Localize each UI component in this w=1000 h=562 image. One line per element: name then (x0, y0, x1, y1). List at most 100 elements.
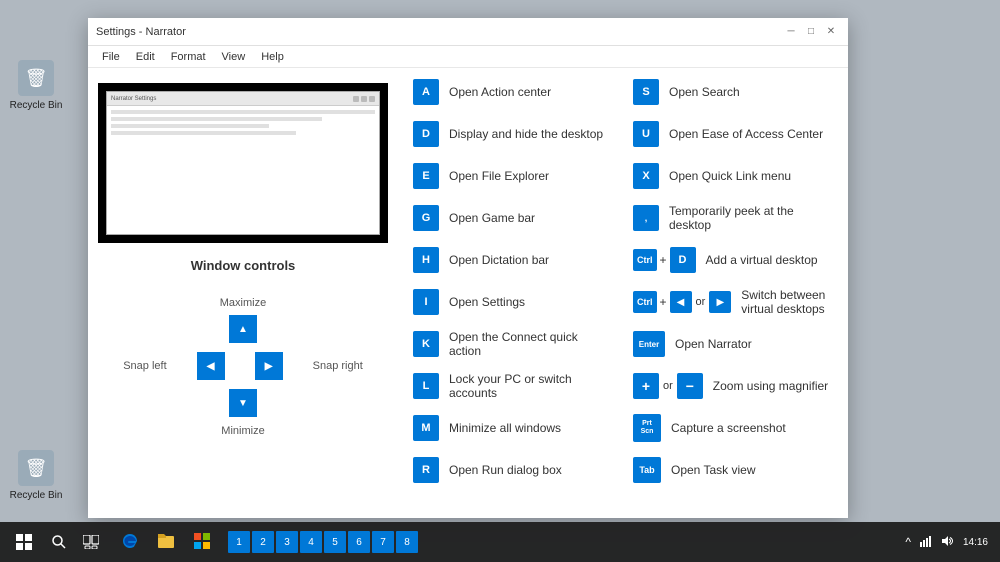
num-btn-5[interactable]: 5 (324, 531, 346, 553)
num-btn-1[interactable]: 1 (228, 531, 250, 553)
middle-controls-row: Snap left ◀ ▶ Snap right (123, 352, 363, 380)
task-view-button[interactable] (74, 522, 108, 562)
left-button[interactable]: ◀ (197, 352, 225, 380)
shortcut-column-left: A Open Action center D Display and hide … (413, 78, 613, 508)
shortcut-prtscn: PrtScn Capture a screenshot (633, 414, 833, 442)
edge-icon (121, 532, 139, 550)
shortcut-S-text: Open Search (669, 85, 833, 99)
shortcut-M-text: Minimize all windows (449, 421, 613, 435)
num-btn-7[interactable]: 7 (372, 531, 394, 553)
taskbar-app-edge[interactable] (112, 522, 148, 562)
preview-line-4 (111, 131, 296, 135)
key-S: S (633, 79, 659, 105)
menu-format[interactable]: Format (163, 46, 214, 67)
plus-2: + (660, 295, 667, 309)
preview-dot-1 (353, 96, 359, 102)
shortcut-enter-text: Open Narrator (675, 337, 833, 351)
window-controls-area: Maximize ▲ Snap left ◀ ▶ Snap right (103, 293, 383, 439)
menu-help[interactable]: Help (253, 46, 292, 67)
shortcut-D-text: Display and hide the desktop (449, 127, 613, 141)
shortcut-zoom: + or − Zoom using magnifier (633, 372, 833, 400)
volume-icon (941, 534, 955, 548)
snap-right-label: Snap right (313, 360, 363, 372)
num-btn-6[interactable]: 6 (348, 531, 370, 553)
menu-file[interactable]: File (94, 46, 128, 67)
shortcut-ctrl-arrows: Ctrl + ◀ or ▶ Switch between virtual des… (633, 288, 833, 316)
num-btn-4[interactable]: 4 (300, 531, 322, 553)
search-button[interactable] (44, 522, 74, 562)
recycle-bin-icon-bottom: 🗑 (18, 450, 54, 486)
key-A: A (413, 79, 439, 105)
num-btn-8[interactable]: 8 (396, 531, 418, 553)
shortcut-prtscn-text: Capture a screenshot (671, 421, 833, 435)
key-enter: Enter (633, 331, 665, 357)
key-minus: − (677, 373, 703, 399)
right-button[interactable]: ▶ (255, 352, 283, 380)
menu-view[interactable]: View (214, 46, 254, 67)
recycle-bin-icon-top: 🗑 (18, 60, 54, 96)
shortcut-E: E Open File Explorer (413, 162, 613, 190)
key-D: D (413, 121, 439, 147)
left-panel: Narrator Settings (88, 68, 398, 518)
preview-dot-2 (361, 96, 367, 102)
recycle-bin-label-bottom: Recycle Bin (10, 490, 63, 501)
up-button[interactable]: ▲ (229, 315, 257, 343)
maximize-label-wrapper: Maximize (220, 293, 266, 311)
dialog-title: Settings - Narrator (96, 26, 780, 38)
minimize-label-wrapper: Minimize (221, 421, 264, 439)
tray-volume-icon[interactable] (941, 534, 955, 551)
desktop-icon-recycle-bottom[interactable]: 🗑 Recycle Bin (6, 450, 66, 501)
key-ctrl-d: D (670, 247, 696, 273)
tray-network-icon[interactable] (919, 534, 933, 551)
close-button[interactable]: ✕ (822, 23, 840, 41)
shortcut-H: H Open Dictation bar (413, 246, 613, 274)
taskbar: 1 2 3 4 5 6 7 8 ^ (0, 522, 1000, 562)
taskbar-num-buttons: 1 2 3 4 5 6 7 8 (228, 531, 418, 553)
key-H: H (413, 247, 439, 273)
minimize-button[interactable]: ─ (782, 23, 800, 41)
preview-line-3 (111, 124, 269, 128)
shortcut-E-text: Open File Explorer (449, 169, 613, 183)
store-icon (193, 532, 211, 550)
tray-show-hidden[interactable]: ^ (905, 535, 911, 549)
shortcut-tab-text: Open Task view (671, 463, 833, 477)
shortcut-X-text: Open Quick Link menu (669, 169, 833, 183)
desktop: 🗑 Recycle Bin 🗑 Recycle Bin Settings - N… (0, 0, 1000, 562)
taskbar-app-store[interactable] (184, 522, 220, 562)
snap-left-label: Snap left (123, 360, 166, 372)
desktop-icon-recycle-top[interactable]: 🗑 Recycle Bin (6, 60, 66, 111)
shortcut-G-text: Open Game bar (449, 211, 613, 225)
dialog-window: Settings - Narrator ─ □ ✕ File Edit Form… (88, 18, 848, 518)
plus-1: + (660, 253, 667, 267)
minimize-label: Minimize (221, 425, 264, 437)
key-left-arrow: ◀ (670, 291, 692, 313)
shortcut-column-right: S Open Search U Open Ease of Access Cent… (633, 78, 833, 508)
shortcut-comma: , Temporarily peek at the desktop (633, 204, 833, 232)
num-btn-2[interactable]: 2 (252, 531, 274, 553)
preview-content (107, 106, 379, 142)
start-button[interactable] (4, 522, 44, 562)
shortcut-L: L Lock your PC or switch accounts (413, 372, 613, 400)
num-btn-3[interactable]: 3 (276, 531, 298, 553)
menu-edit[interactable]: Edit (128, 46, 163, 67)
preview-line-2 (111, 117, 322, 121)
shortcut-K: K Open the Connect quick action (413, 330, 613, 358)
clock-time: 14:16 (963, 536, 988, 549)
shortcut-I: I Open Settings (413, 288, 613, 316)
preview-inner: Narrator Settings (106, 91, 380, 235)
key-plus: + (633, 373, 659, 399)
shortcut-U: U Open Ease of Access Center (633, 120, 833, 148)
recycle-bin-label-top: Recycle Bin (10, 100, 63, 111)
maximize-button[interactable]: □ (802, 23, 820, 41)
network-icon (919, 534, 933, 548)
key-U: U (633, 121, 659, 147)
taskbar-app-explorer[interactable] (148, 522, 184, 562)
shortcut-A-text: Open Action center (449, 85, 613, 99)
tray-time[interactable]: 14:16 (963, 536, 988, 549)
dialog-body: Narrator Settings (88, 68, 848, 518)
shortcut-ctrl-d: Ctrl + D Add a virtual desktop (633, 246, 833, 274)
shortcut-ctrl-d-text: Add a virtual desktop (706, 253, 833, 267)
down-button[interactable]: ▼ (229, 389, 257, 417)
shortcut-I-text: Open Settings (449, 295, 613, 309)
preview-dots (353, 96, 375, 102)
